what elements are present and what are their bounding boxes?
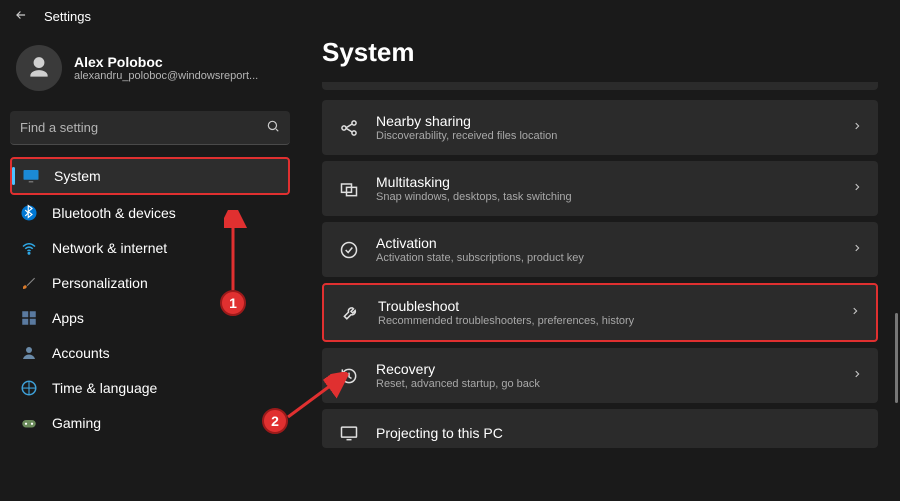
user-icon xyxy=(20,344,38,362)
card-subtitle: Activation state, subscriptions, product… xyxy=(376,252,836,264)
scrollbar[interactable] xyxy=(894,83,898,501)
bluetooth-icon xyxy=(20,204,38,222)
card-recovery[interactable]: Recovery Reset, advanced startup, go bac… xyxy=(322,348,878,403)
card-title: Recovery xyxy=(376,361,836,377)
profile-name: Alex Poloboc xyxy=(74,54,258,70)
card-title: Troubleshoot xyxy=(378,298,834,314)
profile-block[interactable]: Alex Poloboc alexandru_poloboc@windowsre… xyxy=(10,39,290,103)
app-title: Settings xyxy=(44,9,91,24)
sidebar-item-apps[interactable]: Apps xyxy=(10,301,290,335)
main-panel: System Nearby sharing Discoverability, r… xyxy=(300,33,900,501)
card-subtitle: Discoverability, received files location xyxy=(376,130,836,142)
card-subtitle: Recommended troubleshooters, preferences… xyxy=(378,315,834,327)
card-title: Activation xyxy=(376,235,836,251)
apps-icon xyxy=(20,309,38,327)
card-troubleshoot[interactable]: Troubleshoot Recommended troubleshooters… xyxy=(322,283,878,342)
card-title: Nearby sharing xyxy=(376,113,836,129)
sidebar: Alex Poloboc alexandru_poloboc@windowsre… xyxy=(0,33,300,501)
chevron-right-icon xyxy=(852,180,862,197)
search-input[interactable] xyxy=(20,120,266,135)
card-title: Projecting to this PC xyxy=(376,425,862,441)
sidebar-item-network[interactable]: Network & internet xyxy=(10,231,290,265)
history-icon xyxy=(338,365,360,387)
card-activation[interactable]: Activation Activation state, subscriptio… xyxy=(322,222,878,277)
checkmark-circle-icon xyxy=(338,239,360,261)
card-partial-top xyxy=(322,82,878,90)
globe-clock-icon xyxy=(20,379,38,397)
share-icon xyxy=(338,117,360,139)
sidebar-item-label: Time & language xyxy=(52,380,157,396)
chevron-right-icon xyxy=(850,304,860,321)
avatar xyxy=(16,45,62,91)
sidebar-item-label: System xyxy=(54,168,101,184)
chevron-right-icon xyxy=(852,119,862,136)
card-subtitle: Snap windows, desktops, task switching xyxy=(376,191,836,203)
gaming-icon xyxy=(20,414,38,432)
sidebar-item-time-language[interactable]: Time & language xyxy=(10,371,290,405)
back-icon[interactable] xyxy=(14,8,28,25)
sidebar-item-bluetooth[interactable]: Bluetooth & devices xyxy=(10,196,290,230)
card-subtitle: Reset, advanced startup, go back xyxy=(376,378,836,390)
sidebar-item-label: Gaming xyxy=(52,415,101,431)
project-icon xyxy=(338,422,360,444)
sidebar-item-label: Apps xyxy=(52,310,84,326)
sidebar-item-label: Personalization xyxy=(52,275,148,291)
multitask-icon xyxy=(338,178,360,200)
nav-list: System Bluetooth & devices Network & int… xyxy=(10,157,290,440)
wifi-icon xyxy=(20,239,38,257)
page-title: System xyxy=(322,37,878,68)
sidebar-item-personalization[interactable]: Personalization xyxy=(10,266,290,300)
card-multitasking[interactable]: Multitasking Snap windows, desktops, tas… xyxy=(322,161,878,216)
brush-icon xyxy=(20,274,38,292)
card-title: Multitasking xyxy=(376,174,836,190)
search-field[interactable] xyxy=(10,111,290,145)
display-icon xyxy=(22,167,40,185)
chevron-right-icon xyxy=(852,367,862,384)
wrench-icon xyxy=(340,302,362,324)
chevron-right-icon xyxy=(852,241,862,258)
sidebar-item-system[interactable]: System xyxy=(10,157,290,195)
sidebar-item-label: Network & internet xyxy=(52,240,167,256)
sidebar-item-label: Bluetooth & devices xyxy=(52,205,176,221)
sidebar-item-gaming[interactable]: Gaming xyxy=(10,406,290,440)
scrollbar-thumb[interactable] xyxy=(895,313,898,403)
card-nearby-sharing[interactable]: Nearby sharing Discoverability, received… xyxy=(322,100,878,155)
profile-email: alexandru_poloboc@windowsreport... xyxy=(74,70,258,82)
sidebar-item-label: Accounts xyxy=(52,345,110,361)
sidebar-item-accounts[interactable]: Accounts xyxy=(10,336,290,370)
search-icon xyxy=(266,119,280,136)
card-projecting[interactable]: Projecting to this PC xyxy=(322,409,878,448)
